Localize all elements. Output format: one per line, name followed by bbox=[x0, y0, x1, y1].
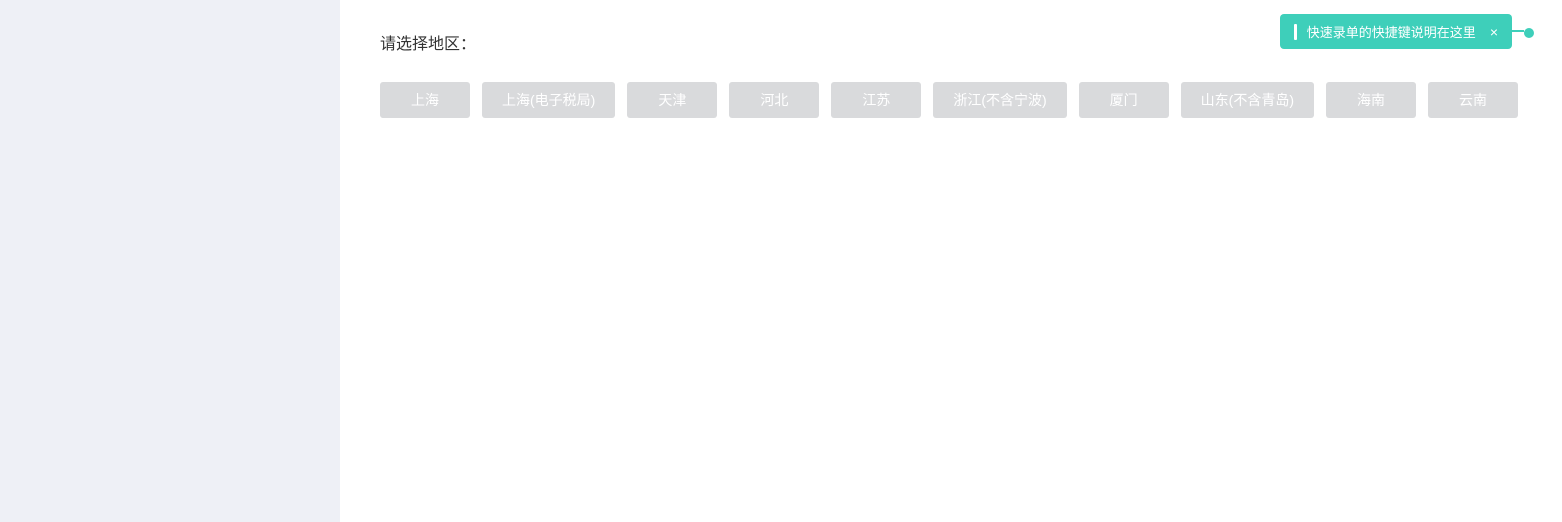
region-button[interactable]: 云南 bbox=[1428, 82, 1518, 118]
tooltip-bar bbox=[1294, 24, 1297, 40]
sidebar bbox=[0, 0, 340, 522]
close-icon[interactable]: × bbox=[1490, 24, 1498, 40]
region-button[interactable]: 山东(不含青岛) bbox=[1181, 82, 1314, 118]
tooltip-dot bbox=[1524, 28, 1534, 38]
tooltip-banner: 快速录单的快捷键说明在这里 × bbox=[1280, 14, 1512, 49]
region-button[interactable]: 河北 bbox=[729, 82, 819, 118]
region-button[interactable]: 上海 bbox=[380, 82, 470, 118]
region-button[interactable]: 上海(电子税局) bbox=[482, 82, 615, 118]
connector-line bbox=[1510, 30, 1524, 32]
region-button[interactable]: 海南 bbox=[1326, 82, 1416, 118]
region-button[interactable]: 厦门 bbox=[1079, 82, 1169, 118]
main-content: 请选择地区： 上海上海(电子税局)天津河北江苏浙江(不含宁波)厦门山东(不含青岛… bbox=[340, 0, 1562, 522]
region-button[interactable]: 江苏 bbox=[831, 82, 921, 118]
region-buttons: 上海上海(电子税局) 天津河北江苏浙江(不含宁波) 厦门山东(不含青岛) 海南云南 bbox=[380, 82, 1522, 118]
region-button[interactable]: 浙江(不含宁波) bbox=[933, 82, 1066, 118]
region-button[interactable]: 天津 bbox=[627, 82, 717, 118]
tooltip-text: 快速录单的快捷键说明在这里 bbox=[1307, 22, 1476, 41]
